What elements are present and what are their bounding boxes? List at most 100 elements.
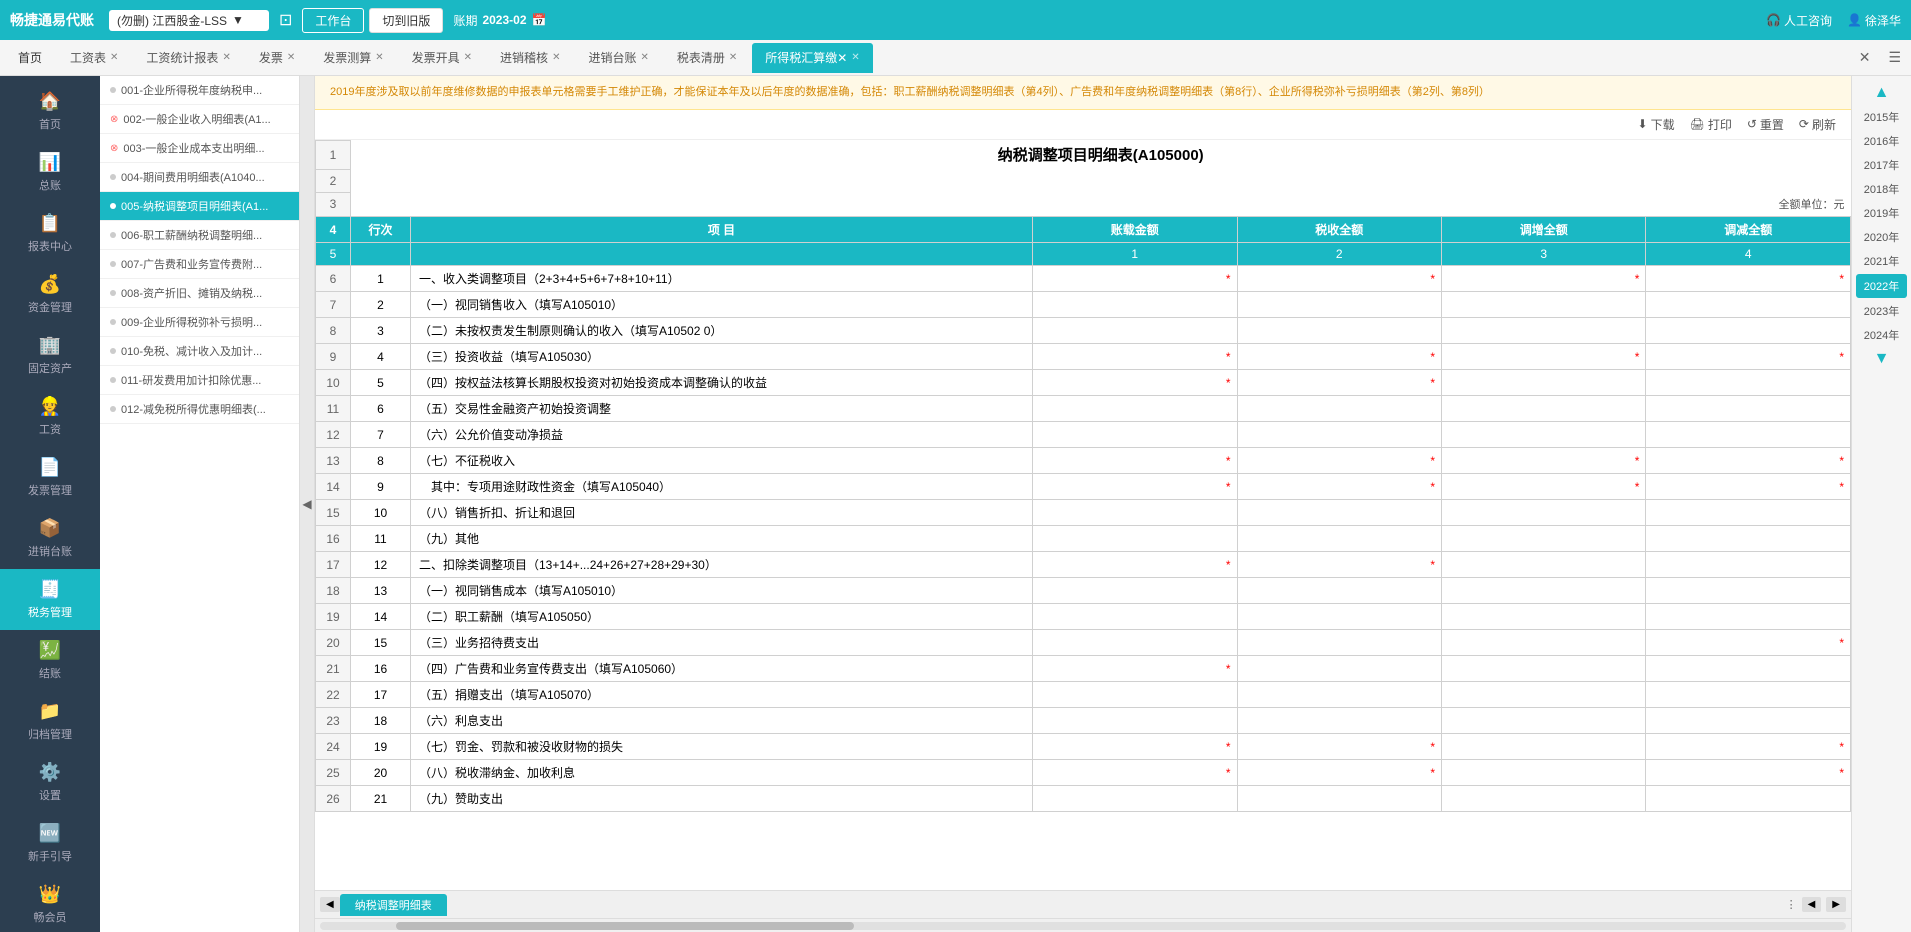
bottom-tab-adjustment[interactable]: 纳税调整明细表 [340,894,447,916]
table-row[interactable]: 7 2 （一）视同销售收入（填写A105010） [316,292,1851,318]
tab-payroll-report[interactable]: 工资统计报表 ✕ [133,43,243,73]
sidebar-item-invoice-mgmt[interactable]: 📄 发票管理 [0,447,100,508]
tab-settings-button[interactable]: ☰ [1883,47,1906,68]
tab-sales-ledger[interactable]: 进销台账 ✕ [575,43,661,73]
tab-invoice-calc[interactable]: 发票测算 ✕ [310,43,396,73]
tab-payroll[interactable]: 工资表 ✕ [57,43,131,73]
table-row[interactable]: 19 14 （二）职工薪酬（填写A105050） [316,604,1851,630]
sidebar-item-finance[interactable]: 💰 资金管理 [0,264,100,325]
scroll-sheet-right[interactable]: ▶ [1826,897,1846,912]
close-all-button[interactable]: ✕ [1854,47,1876,68]
year-2020[interactable]: 2020年 [1852,225,1911,249]
table-row[interactable]: 13 8 （七）不征税收入 * * * * [316,448,1851,474]
sidebar-item-report[interactable]: 📋 报表中心 [0,203,100,264]
table-row[interactable]: 25 20 （八）税收滞纳金、加收利息 * * * [316,760,1851,786]
year-2015[interactable]: 2015年 [1852,105,1911,129]
left-item-010[interactable]: 010-免税、减计收入及加计... [100,337,299,366]
table-row[interactable]: 9 4 （三）投资收益（填写A105030） * * * * [316,344,1851,370]
calendar-icon[interactable]: 📅 [532,13,547,27]
tab-close-invoice[interactable]: ✕ [287,52,295,63]
left-item-004[interactable]: 004-期间费用明细表(A1040... [100,163,299,192]
company-selector[interactable]: (勿删) 江西股金-LSS ▼ [109,10,269,31]
refresh-button[interactable]: ⟳ 刷新 [1799,116,1836,133]
tab-close-invoice-open[interactable]: ✕ [464,52,472,63]
tab-tax-list[interactable]: 税表清册 ✕ [664,43,750,73]
download-button[interactable]: ⬇ 下载 [1638,116,1675,133]
table-row[interactable]: 14 9 其中：专项用途财政性资金（填写A105040） * * * * [316,474,1851,500]
year-2016[interactable]: 2016年 [1852,129,1911,153]
tab-close-sales-ledger[interactable]: ✕ [640,52,648,63]
old-version-button[interactable]: 切到旧版 [369,8,443,33]
table-row[interactable]: 12 7 （六）公允价值变动净损益 [316,422,1851,448]
tab-invoice[interactable]: 发票 ✕ [246,43,308,73]
left-item-001[interactable]: 001-企业所得税年度纳税申... [100,76,299,105]
year-2021[interactable]: 2021年 [1852,249,1911,273]
left-item-003[interactable]: ⊗ 003-一般企业成本支出明细... [100,134,299,163]
left-item-002[interactable]: ⊗ 002-一般企业收入明细表(A1... [100,105,299,134]
tab-income-tax[interactable]: 所得税汇算缴✕ ✕ [752,43,872,73]
table-row[interactable]: 22 17 （五）捐赠支出（填写A105070） [316,682,1851,708]
panel-collapse-handle[interactable]: ◀ [300,76,315,932]
copy-icon[interactable]: ⊡ [279,10,292,30]
h-scroll[interactable] [315,918,1851,932]
h-scroll-thumb[interactable] [396,922,854,930]
table-row[interactable]: 23 18 （六）利息支出 [316,708,1851,734]
sidebar-item-ledger[interactable]: 📊 总账 [0,142,100,203]
tab-close-invoice-calc[interactable]: ✕ [375,52,383,63]
print-button[interactable]: 🖨 打印 [1690,116,1732,133]
year-2024[interactable]: 2024年 [1852,323,1911,347]
sidebar-item-vip[interactable]: 👑 畅会员 [0,874,100,932]
user-avatar[interactable]: 👤 徐泽华 [1847,12,1901,29]
h-scroll-track[interactable] [320,922,1846,930]
left-item-006[interactable]: 006-职工薪酬纳税调整明细... [100,221,299,250]
tab-close-income-tax[interactable]: ✕ [851,52,859,63]
year-2023[interactable]: 2023年 [1852,299,1911,323]
table-row[interactable]: 17 12 二、扣除类调整项目（13+14+...24+26+27+28+29+… [316,552,1851,578]
tab-close-payroll-report[interactable]: ✕ [222,52,230,63]
sidebar-item-purchase[interactable]: 📦 进销台账 [0,508,100,569]
tab-close-sales-check[interactable]: ✕ [552,52,560,63]
sidebar-item-guide[interactable]: 🆕 新手引导 [0,813,100,874]
sidebar-item-archive[interactable]: 📁 归档管理 [0,691,100,752]
sidebar-item-tax[interactable]: 🧾 税务管理 [0,569,100,630]
sidebar-item-close[interactable]: 💹 结账 [0,630,100,691]
table-row[interactable]: 26 21 （九）赞助支出 [316,786,1851,812]
customer-service-link[interactable]: 🎧 人工咨询 [1766,12,1832,29]
tab-invoice-open[interactable]: 发票开具 ✕ [399,43,485,73]
tab-home[interactable]: 首页 [5,43,55,73]
table-row[interactable]: 16 11 （九）其他 [316,526,1851,552]
left-item-008[interactable]: 008-资产折旧、摊销及纳税... [100,279,299,308]
left-item-007[interactable]: 007-广告费和业务宣传费附... [100,250,299,279]
year-nav-down[interactable]: ▼ [1871,347,1893,371]
table-row[interactable]: 6 1 一、收入类调整项目（2+3+4+5+6+7+8+10+11） * * *… [316,266,1851,292]
left-item-009[interactable]: 009-企业所得税弥补亏损明... [100,308,299,337]
year-nav-up[interactable]: ▲ [1871,81,1893,105]
scroll-left-button[interactable]: ◀ [320,897,340,912]
left-item-005[interactable]: 005-纳税调整项目明细表(A1... [100,192,299,221]
table-row[interactable]: 21 16 （四）广告费和业务宣传费支出（填写A105060） * [316,656,1851,682]
table-row[interactable]: 11 6 （五）交易性金融资产初始投资调整 [316,396,1851,422]
table-row[interactable]: 18 13 （一）视同销售成本（填写A105010） [316,578,1851,604]
table-row[interactable]: 24 19 （七）罚金、罚款和被没收财物的损失 * * * [316,734,1851,760]
tab-close-payroll[interactable]: ✕ [110,52,118,63]
sidebar-item-payroll[interactable]: 👷 工资 [0,386,100,447]
tab-sales-check[interactable]: 进销稽核 ✕ [487,43,573,73]
workbench-button[interactable]: 工作台 [302,8,364,33]
year-2019[interactable]: 2019年 [1852,201,1911,225]
sidebar-item-settings[interactable]: ⚙️ 设置 [0,752,100,813]
table-row[interactable]: 20 15 （三）业务招待费支出 * [316,630,1851,656]
table-row[interactable]: 10 5 （四）按权益法核算长期股权投资对初始投资成本调整确认的收益 * * [316,370,1851,396]
tab-close-tax-list[interactable]: ✕ [729,52,737,63]
year-2017[interactable]: 2017年 [1852,153,1911,177]
year-2018[interactable]: 2018年 [1852,177,1911,201]
scroll-sheet-left[interactable]: ◀ [1802,897,1822,912]
table-row[interactable]: 8 3 （二）未按权责发生制原则确认的收入（填写A10502 0） [316,318,1851,344]
sidebar-item-assets[interactable]: 🏢 固定资产 [0,325,100,386]
left-item-012[interactable]: 012-减免税所得优惠明细表(... [100,395,299,424]
left-item-011[interactable]: 011-研发费用加计扣除优惠... [100,366,299,395]
sidebar-item-home[interactable]: 🏠 首页 [0,81,100,142]
reset-button[interactable]: ↺ 重置 [1747,116,1784,133]
table-wrapper[interactable]: 1 纳税调整项目明细表(A105000) 2 3 全额单位：元 [315,140,1851,891]
year-2022[interactable]: 2022年 [1856,274,1907,298]
table-row[interactable]: 15 10 （八）销售折扣、折让和退回 [316,500,1851,526]
